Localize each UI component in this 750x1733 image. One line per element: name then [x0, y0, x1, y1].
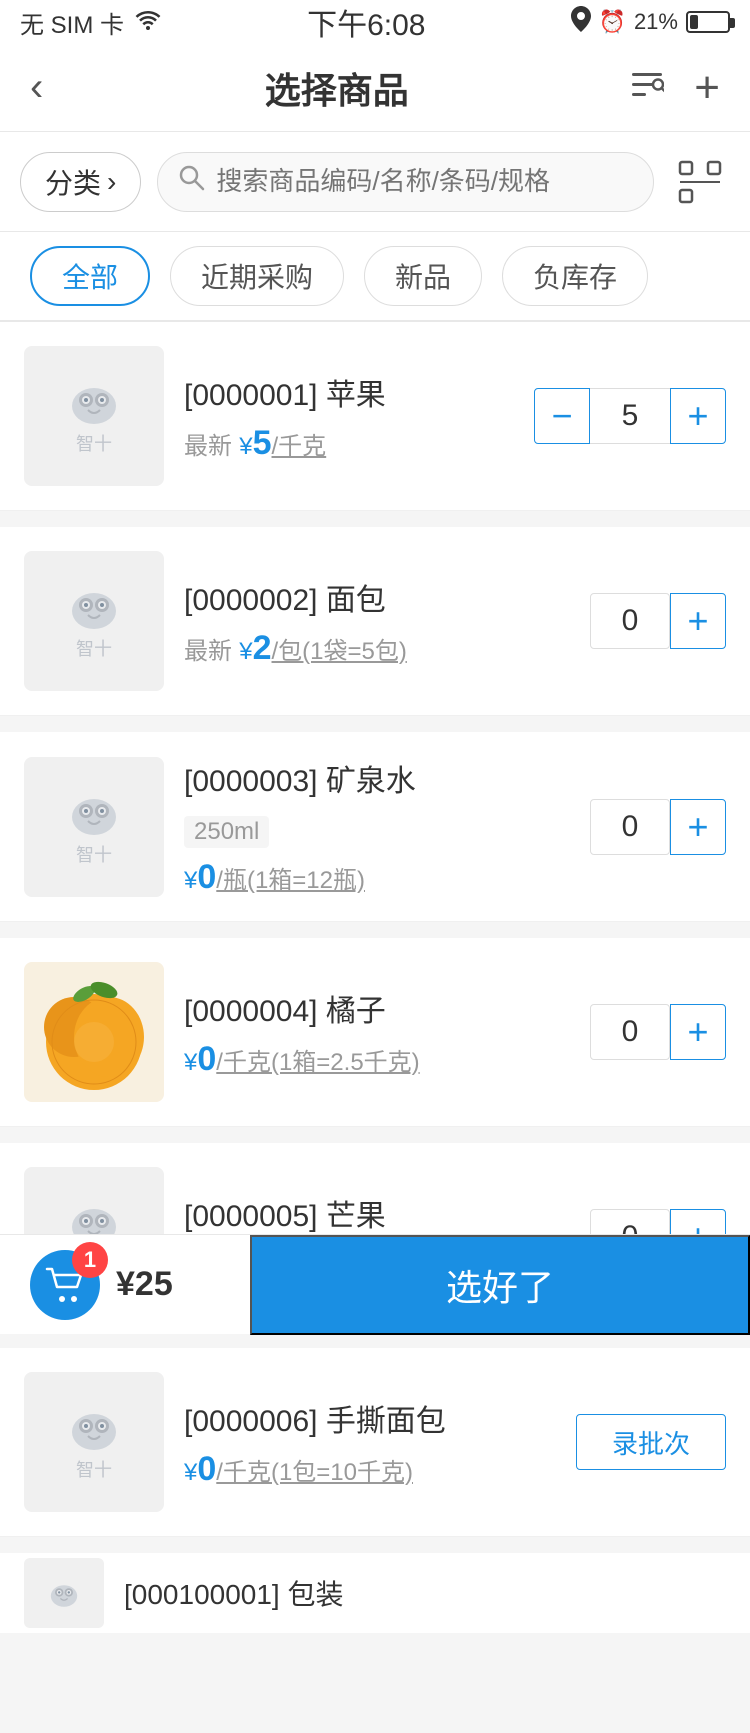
scan-button[interactable] [670, 152, 730, 212]
qty-plus-1[interactable]: + [670, 593, 726, 649]
qty-plus-2[interactable]: + [670, 799, 726, 855]
back-button[interactable]: ‹ [30, 65, 43, 110]
tab-new[interactable]: 新品 [364, 246, 482, 306]
product-info-2: [0000003] 矿泉水 250ml ¥0/瓶(1箱=12瓶) [184, 756, 570, 897]
battery-icon [686, 11, 730, 33]
product-item-6-partial: [000100001] 包装 [0, 1553, 750, 1633]
filter-bar: 分类 › [0, 132, 750, 232]
cart-section: 1 ¥25 [0, 1250, 250, 1320]
search-input[interactable] [216, 166, 633, 197]
product-price-5: ¥0/千克(1包=10千克) [184, 1450, 556, 1489]
tab-recent[interactable]: 近期采购 [170, 246, 344, 306]
status-left: 无 SIM 卡 [20, 5, 162, 40]
product-name-1: [0000002] 面包 [184, 575, 570, 619]
product-name-5: [0000006] 手撕面包 [184, 1396, 556, 1440]
status-time: 下午6:08 [307, 0, 425, 44]
qty-input-2[interactable] [590, 799, 670, 855]
product-item-2: 智十 [0000003] 矿泉水 250ml ¥0/瓶(1箱=12瓶) + [0, 732, 750, 922]
status-right: ⏰ 21% [571, 6, 730, 38]
qty-plus-0[interactable]: + [670, 388, 726, 444]
cart-button[interactable]: 1 [30, 1250, 100, 1320]
product-item-0: 智十 [0000001] 苹果 最新 ¥5/千克 − + [0, 322, 750, 511]
page-title: 选择商品 [265, 62, 409, 114]
qty-minus-0[interactable]: − [534, 388, 590, 444]
status-bar: 无 SIM 卡 下午6:08 ⏰ 21% [0, 0, 750, 44]
product-item-1: 智十 [0000002] 面包 最新 ¥2/包(1袋=5包) + [0, 527, 750, 716]
product-name-0: [0000001] 苹果 [184, 370, 514, 414]
category-label: 分类 [45, 162, 101, 202]
product-price-3: ¥0/千克(1箱=2.5千克) [184, 1040, 570, 1079]
qty-control-3: + [590, 1004, 726, 1060]
qty-control-0: − + [534, 388, 726, 444]
product-price-0: 最新 ¥5/千克 [184, 424, 514, 463]
tab-all[interactable]: 全部 [30, 246, 150, 306]
search-icon [178, 164, 206, 199]
product-item-3: [0000004] 橘子 ¥0/千克(1箱=2.5千克) + [0, 938, 750, 1127]
search-wrap [157, 152, 654, 212]
qty-input-1[interactable] [590, 593, 670, 649]
product-name-6: [000100001] 包装 [124, 1573, 726, 1613]
qty-input-3[interactable] [590, 1004, 670, 1060]
product-info-0: [0000001] 苹果 最新 ¥5/千克 [184, 370, 514, 463]
product-image-2: 智十 [24, 757, 164, 897]
wifi-icon [134, 8, 162, 37]
alarm-icon: ⏰ [599, 9, 626, 35]
add-button[interactable]: + [694, 63, 720, 113]
cart-badge: 1 [72, 1242, 108, 1278]
product-info-5: [0000006] 手撕面包 ¥0/千克(1包=10千克) [184, 1396, 556, 1489]
product-image-5: 智十 [24, 1372, 164, 1512]
product-list: 智十 [0000001] 苹果 最新 ¥5/千克 − + [0, 322, 750, 1733]
chevron-right-icon: › [107, 166, 116, 198]
tab-negative[interactable]: 负库存 [502, 246, 648, 306]
product-price-2: ¥0/瓶(1箱=12瓶) [184, 858, 570, 897]
nav-bar: ‹ 选择商品 + [0, 44, 750, 132]
filter-icon[interactable] [630, 67, 664, 109]
bottom-bar: 1 ¥25 选好了 [0, 1234, 750, 1334]
product-name-4: [0000005] 芒果 [184, 1191, 570, 1235]
product-item-5: 智十 [0000006] 手撕面包 ¥0/千克(1包=10千克) 录批次 [0, 1348, 750, 1537]
location-icon [571, 6, 591, 38]
product-name-3: [0000004] 橘子 [184, 986, 570, 1030]
battery-label: 21% [634, 9, 678, 35]
product-image-0: 智十 [24, 346, 164, 486]
qty-control-2: + [590, 799, 726, 855]
product-info-1: [0000002] 面包 最新 ¥2/包(1袋=5包) [184, 575, 570, 668]
product-info-6: [000100001] 包装 [124, 1573, 726, 1613]
nav-actions: + [630, 63, 720, 113]
product-info-3: [0000004] 橘子 ¥0/千克(1箱=2.5千克) [184, 986, 570, 1079]
product-image-6 [24, 1558, 104, 1628]
batch-button-5[interactable]: 录批次 [576, 1414, 726, 1470]
cart-total: ¥25 [116, 1265, 173, 1304]
product-image-1: 智十 [24, 551, 164, 691]
category-button[interactable]: 分类 › [20, 152, 141, 212]
product-image-3 [24, 962, 164, 1102]
qty-plus-3[interactable]: + [670, 1004, 726, 1060]
product-price-1: 最新 ¥2/包(1袋=5包) [184, 629, 570, 668]
qty-input-0[interactable] [590, 388, 670, 444]
product-spec-2: 250ml [184, 816, 269, 848]
confirm-button[interactable]: 选好了 [250, 1235, 750, 1335]
tab-bar: 全部 近期采购 新品 负库存 [0, 232, 750, 322]
carrier-label: 无 SIM 卡 [20, 5, 124, 40]
product-name-2: [0000003] 矿泉水 [184, 756, 570, 800]
qty-control-1: + [590, 593, 726, 649]
